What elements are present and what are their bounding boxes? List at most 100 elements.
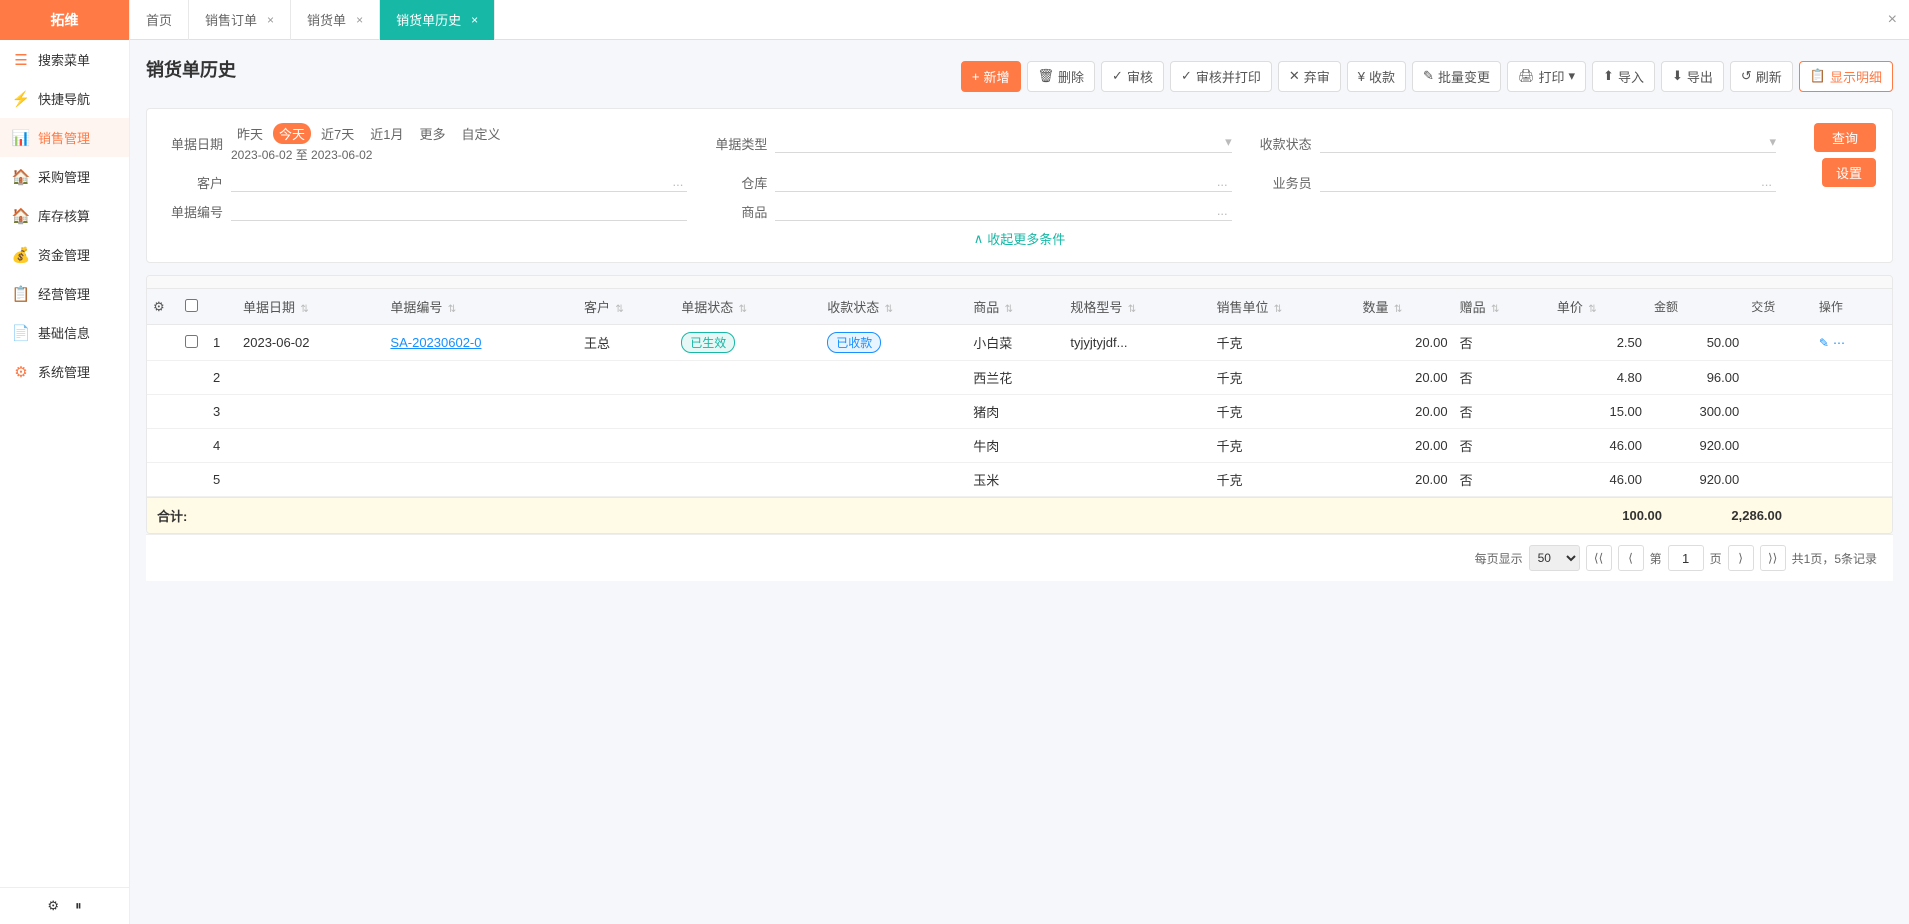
sidebar-item-quick-nav[interactable]: ⚡ 快捷导航 bbox=[0, 79, 129, 118]
sidebar-item-finance[interactable]: 💰 资金管理 bbox=[0, 235, 129, 274]
th-gift[interactable]: 赠品 ⇅ bbox=[1454, 289, 1551, 325]
tab-sales-history[interactable]: 销货单历史 × bbox=[380, 0, 495, 40]
tab-bar-close[interactable]: × bbox=[1876, 11, 1909, 29]
date-tag-7days[interactable]: 近7天 bbox=[315, 123, 360, 144]
goods-input[interactable] bbox=[775, 203, 1212, 218]
sidebar-item-basic-info[interactable]: 📄 基础信息 bbox=[0, 313, 129, 352]
sidebar-item-label: 资金管理 bbox=[38, 245, 90, 264]
th-sales-unit[interactable]: 销售单位 ⇅ bbox=[1210, 289, 1356, 325]
sales-mgmt-icon: 📊 bbox=[12, 129, 30, 147]
sort-qty-icon: ⇅ bbox=[1394, 304, 1402, 315]
td-collect-status bbox=[821, 429, 967, 463]
warehouse-label: 仓库 bbox=[707, 173, 767, 192]
date-tag-yesterday[interactable]: 昨天 bbox=[231, 123, 269, 144]
sidebar-item-inventory[interactable]: 🏠 库存核算 bbox=[0, 196, 129, 235]
date-label: 单据日期 bbox=[163, 134, 223, 153]
page-first-btn[interactable]: ⟨⟨ bbox=[1586, 545, 1612, 571]
print-button[interactable]: 🖨 打印 ▾ bbox=[1507, 61, 1586, 92]
th-goods[interactable]: 商品 ⇅ bbox=[967, 289, 1064, 325]
doctype-input[interactable] bbox=[775, 134, 1221, 149]
sidebar-logo: 拓维 bbox=[0, 0, 129, 40]
td-settings bbox=[147, 325, 179, 361]
select-all-checkbox[interactable] bbox=[185, 299, 198, 312]
td-customer bbox=[578, 463, 675, 497]
salesperson-input[interactable] bbox=[1320, 174, 1757, 189]
tab-sales-history-close[interactable]: × bbox=[471, 13, 478, 27]
table-body: 1 2023-06-02 SA-20230602-0 王总 已生效 已收款 小白… bbox=[147, 325, 1892, 497]
td-goods: 小白菜 bbox=[967, 325, 1064, 361]
page-prev-btn[interactable]: ⟨ bbox=[1618, 545, 1644, 571]
collapse-button[interactable]: ∧ 收起更多条件 bbox=[163, 229, 1876, 248]
add-button[interactable]: + 新增 bbox=[961, 61, 1021, 92]
th-unit-price[interactable]: 单价 ⇅ bbox=[1551, 289, 1648, 325]
filter-item-salesperson: 业务员 ... bbox=[1252, 173, 1776, 192]
show-detail-button[interactable]: 📋 显示明细 bbox=[1799, 61, 1893, 92]
settings-button[interactable]: 设置 bbox=[1822, 158, 1876, 187]
page-input[interactable] bbox=[1668, 545, 1704, 571]
doc-no-link[interactable]: SA-20230602-0 bbox=[390, 335, 481, 350]
audit-button[interactable]: ✓ 审核 bbox=[1101, 61, 1164, 92]
edit-action-btn[interactable]: ✎ bbox=[1819, 336, 1829, 350]
page-next-btn[interactable]: ⟩ bbox=[1728, 545, 1754, 571]
sidebar-settings-btn[interactable]: ⚙ ⏸ bbox=[0, 888, 129, 924]
abandon-button[interactable]: ✕ 弃审 bbox=[1278, 61, 1341, 92]
row-checkbox[interactable] bbox=[185, 335, 198, 348]
collect-button[interactable]: ¥ 收款 bbox=[1347, 61, 1406, 92]
refresh-button[interactable]: ↺ 刷新 bbox=[1730, 61, 1793, 92]
th-doc-no[interactable]: 单据编号 ⇅ bbox=[384, 289, 578, 325]
customer-dots[interactable]: ... bbox=[668, 174, 687, 189]
page-last-btn[interactable]: ⟩⟩ bbox=[1760, 545, 1786, 571]
table-toolbar bbox=[147, 276, 1892, 289]
sidebar-item-operation[interactable]: 📋 经营管理 bbox=[0, 274, 129, 313]
goods-dots[interactable]: ... bbox=[1213, 203, 1232, 218]
customer-input[interactable] bbox=[231, 174, 668, 189]
th-collect-status[interactable]: 收款状态 ⇅ bbox=[821, 289, 967, 325]
docno-input[interactable] bbox=[231, 203, 687, 218]
th-doc-date[interactable]: 单据日期 ⇅ bbox=[237, 289, 384, 325]
th-spec[interactable]: 规格型号 ⇅ bbox=[1064, 289, 1210, 325]
export-button[interactable]: ⬇ 导出 bbox=[1661, 61, 1724, 92]
more-action-btn[interactable]: ⋯ bbox=[1833, 336, 1845, 350]
td-customer bbox=[578, 361, 675, 395]
td-doc-date bbox=[237, 463, 384, 497]
query-button[interactable]: 查询 bbox=[1814, 123, 1876, 152]
tab-sales-order[interactable]: 销售订单 × bbox=[189, 0, 291, 40]
tab-sales-order-close[interactable]: × bbox=[267, 13, 274, 27]
batch-change-button[interactable]: ✎ 批量变更 bbox=[1412, 61, 1501, 92]
sidebar-item-sys-mgmt[interactable]: ⚙ 系统管理 bbox=[0, 352, 129, 391]
collect-input-wrap: ▾ bbox=[1320, 134, 1776, 153]
warehouse-input[interactable] bbox=[775, 174, 1212, 189]
date-tag-today[interactable]: 今天 bbox=[273, 123, 311, 144]
th-doc-status[interactable]: 单据状态 ⇅ bbox=[675, 289, 821, 325]
sidebar-item-purchase-mgmt[interactable]: 🏠 采购管理 bbox=[0, 157, 129, 196]
tab-sales-goods[interactable]: 销货单 × bbox=[291, 0, 380, 40]
td-amount: 96.00 bbox=[1648, 361, 1745, 395]
salesperson-label: 业务员 bbox=[1252, 173, 1312, 192]
td-gift: 否 bbox=[1454, 463, 1551, 497]
doctype-dropdown-icon[interactable]: ▾ bbox=[1225, 134, 1232, 150]
salesperson-dots[interactable]: ... bbox=[1757, 174, 1776, 189]
sidebar-item-search-menu[interactable]: ☰ 搜索菜单 bbox=[0, 40, 129, 79]
th-customer[interactable]: 客户 ⇅ bbox=[578, 289, 675, 325]
th-settings[interactable]: ⚙ bbox=[147, 289, 179, 325]
tab-sales-goods-close[interactable]: × bbox=[356, 13, 363, 27]
import-button[interactable]: ⬆ 导入 bbox=[1592, 61, 1655, 92]
sidebar-item-sales-mgmt[interactable]: 📊 销售管理 bbox=[0, 118, 129, 157]
date-tag-more[interactable]: 更多 bbox=[414, 123, 452, 144]
collect-input[interactable] bbox=[1320, 134, 1766, 149]
footer-label: 合计: bbox=[157, 506, 237, 525]
collect-dropdown-icon[interactable]: ▾ bbox=[1769, 134, 1776, 150]
per-page-select[interactable]: 50 100 200 bbox=[1529, 545, 1580, 571]
warehouse-dots[interactable]: ... bbox=[1213, 174, 1232, 189]
th-qty[interactable]: 数量 ⇅ bbox=[1356, 289, 1453, 325]
td-spec bbox=[1064, 429, 1210, 463]
audit-print-button[interactable]: ✓ 审核并打印 bbox=[1170, 61, 1272, 92]
delete-button[interactable]: 🗑 删除 bbox=[1027, 61, 1096, 92]
tab-home[interactable]: 首页 bbox=[130, 0, 189, 40]
td-doc-no bbox=[384, 361, 578, 395]
td-action bbox=[1813, 463, 1892, 497]
sys-mgmt-icon: ⚙ bbox=[12, 363, 30, 381]
date-tag-1month[interactable]: 近1月 bbox=[364, 123, 409, 144]
date-tag-custom[interactable]: 自定义 bbox=[456, 123, 507, 144]
table-settings-icon[interactable]: ⚙ bbox=[153, 299, 165, 314]
